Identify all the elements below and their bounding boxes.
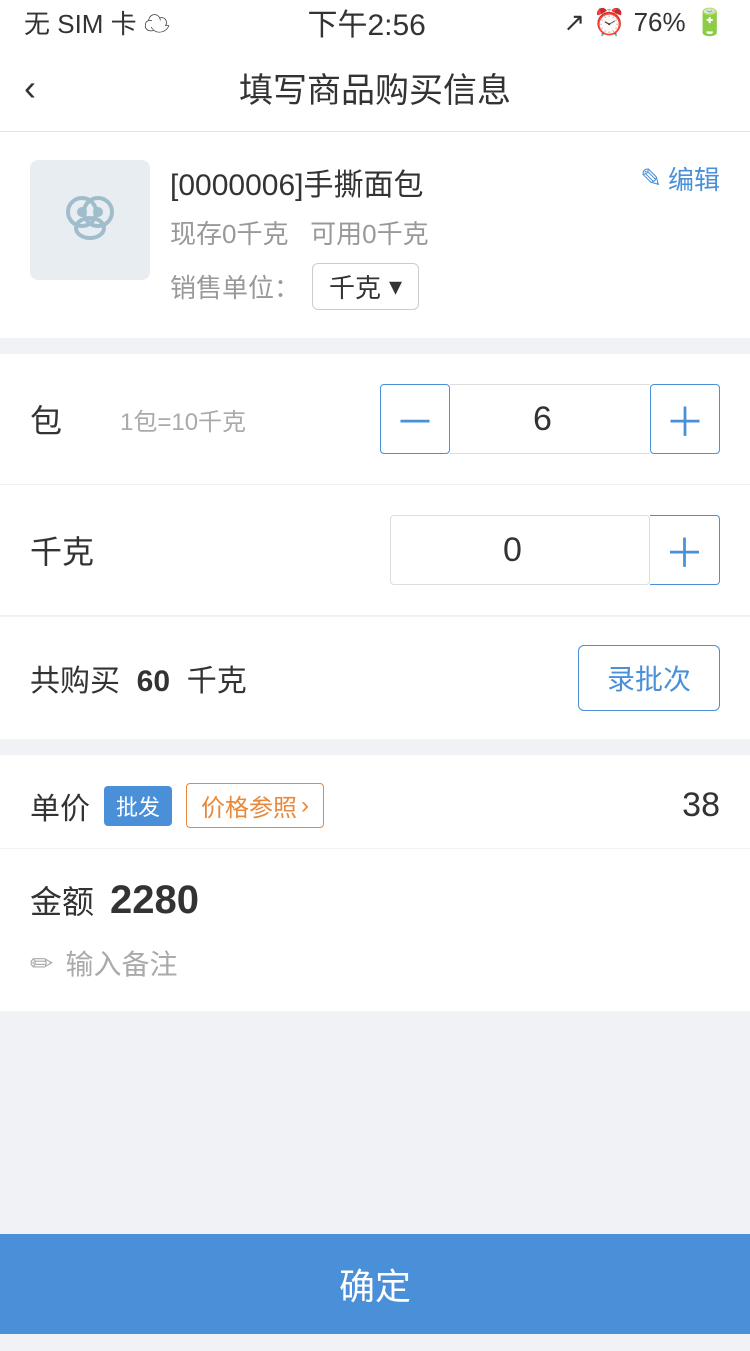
kg-quantity-controls: ＋ (390, 515, 720, 585)
product-card: [0000006]手撕面包 现存0千克 可用0千克 销售单位： 千克 ▾ ✎ 编… (0, 132, 750, 338)
price-ref-button[interactable]: 价格参照 › (186, 783, 324, 828)
pack-label: 包 (30, 396, 110, 442)
product-image (30, 160, 150, 280)
page-title: 填写商品购买信息 (239, 63, 511, 112)
remark-icon: ✏ (30, 947, 53, 980)
confirm-button[interactable]: 确定 (0, 1234, 750, 1334)
product-name: [0000006]手撕面包 (170, 160, 720, 204)
batch-tag: 批发 (104, 786, 172, 826)
pack-sub-label: 1包=10千克 (120, 402, 380, 437)
pack-quantity-row: 包 1包=10千克 － ＋ (0, 354, 750, 485)
amount-label: 金额 (30, 877, 94, 923)
remark-row[interactable]: ✏ 输入备注 (30, 943, 720, 983)
quantity-section: 包 1包=10千克 － ＋ 千克 ＋ (0, 354, 750, 616)
chevron-right-icon: › (301, 792, 309, 820)
amount-value: 2280 (110, 878, 199, 923)
amount-section: 金额 2280 ✏ 输入备注 (0, 849, 750, 1011)
kg-quantity-row: 千克 ＋ (0, 485, 750, 616)
status-left: 无 SIM 卡 ☁ (24, 4, 170, 41)
price-label: 单价 (30, 784, 90, 828)
price-left: 单价 批发 价格参照 › (30, 783, 324, 828)
unit-selector[interactable]: 千克 ▾ (312, 263, 419, 310)
battery-level: 76% (634, 7, 686, 38)
product-info: [0000006]手撕面包 现存0千克 可用0千克 销售单位： 千克 ▾ (170, 160, 720, 310)
status-right: ↗ ⏰ 76% 🔋 (563, 7, 726, 38)
chevron-down-icon: ▾ (389, 271, 402, 302)
amount-row: 金额 2280 (30, 877, 720, 923)
battery-icon: 🔋 (694, 7, 726, 38)
status-bar: 无 SIM 卡 ☁ 下午2:56 ↗ ⏰ 76% 🔋 (0, 0, 750, 44)
total-text: 共购买 60 千克 (30, 656, 247, 700)
pack-plus-button[interactable]: ＋ (650, 384, 720, 454)
edit-icon: ✎ (640, 163, 662, 194)
kg-plus-button[interactable]: ＋ (650, 515, 720, 585)
kg-quantity-input[interactable] (390, 515, 650, 585)
alarm-icon: ⏰ (593, 7, 625, 38)
kg-label: 千克 (30, 527, 110, 573)
back-button[interactable]: ‹ (24, 67, 36, 109)
edit-button[interactable]: ✎ 编辑 (640, 160, 720, 197)
price-row: 单价 批发 价格参照 › 38 (30, 783, 720, 828)
product-logo-icon (60, 190, 120, 250)
pack-quantity-controls: － ＋ (380, 384, 720, 454)
status-time: 下午2:56 (307, 0, 425, 44)
total-row: 共购买 60 千克 录批次 (0, 617, 750, 739)
price-value: 38 (682, 786, 720, 825)
product-unit-row: 销售单位： 千克 ▾ (170, 263, 720, 310)
batch-button[interactable]: 录批次 (578, 645, 720, 711)
pack-minus-button[interactable]: － (380, 384, 450, 454)
product-stock: 现存0千克 可用0千克 (170, 214, 720, 251)
location-icon: ↗ (563, 7, 585, 38)
price-section: 单价 批发 价格参照 › 38 (0, 755, 750, 848)
remark-placeholder: 输入备注 (65, 943, 177, 983)
pack-quantity-input[interactable] (450, 384, 650, 454)
nav-bar: ‹ 填写商品购买信息 (0, 44, 750, 132)
